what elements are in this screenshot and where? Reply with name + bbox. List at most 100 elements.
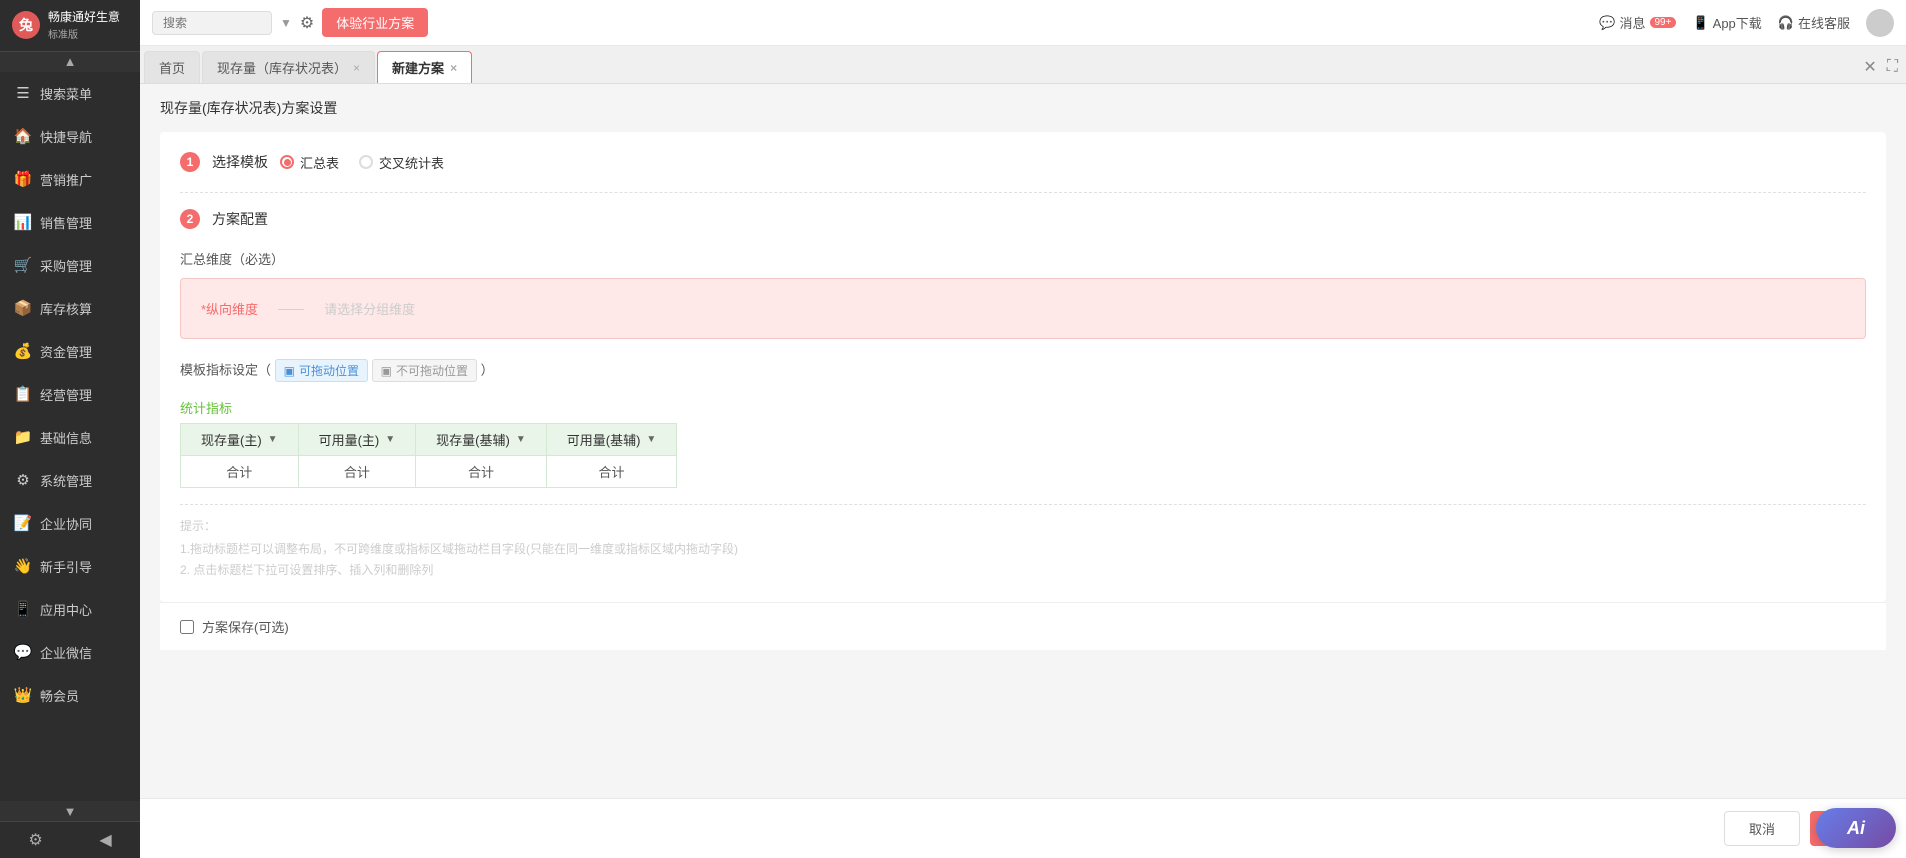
col-chevron-1[interactable]: ▼: [385, 434, 395, 445]
trial-button[interactable]: 体验行业方案: [322, 8, 428, 37]
sidebar-item-label: 新手引导: [40, 557, 92, 576]
phone-icon: 📱: [14, 600, 32, 618]
page-title: 现存量(库存状况表)方案设置: [160, 98, 1886, 118]
app-name: 畅康通好生意: [48, 10, 120, 26]
app-icon: 📱: [1692, 15, 1708, 31]
headset-icon: 🎧: [1778, 15, 1794, 31]
sidebar-item-search-menu[interactable]: ☰ 搜索菜单: [0, 72, 140, 115]
gift-icon: 🎁: [14, 170, 32, 188]
window-close-icon[interactable]: ✕: [1863, 57, 1876, 77]
app-name-block: 畅康通好生意 标准版: [48, 10, 120, 41]
sidebar-item-quick-nav[interactable]: 🏠 快捷导航: [0, 115, 140, 158]
message-icon: 💬: [1599, 15, 1615, 31]
tab-inventory-close[interactable]: ×: [353, 61, 360, 75]
sidebar-item-contract[interactable]: 📝 企业协同: [0, 502, 140, 545]
sidebar-item-guide[interactable]: 👋 新手引导: [0, 545, 140, 588]
sidebar-item-wechat[interactable]: 💬 企业微信: [0, 631, 140, 674]
sidebar-item-system[interactable]: ⚙ 系统管理: [0, 459, 140, 502]
sidebar-item-sales[interactable]: 📊 销售管理: [0, 201, 140, 244]
sidebar-scroll-down[interactable]: ▼: [0, 801, 140, 821]
tab-inventory[interactable]: 现存量（库存状况表） ×: [202, 51, 375, 83]
page-content: 现存量(库存状况表)方案设置 1 选择模板 汇总表 交叉统计表: [140, 84, 1906, 798]
save-scheme-checkbox[interactable]: [180, 620, 194, 634]
sidebar-item-label: 快捷导航: [40, 127, 92, 146]
topbar-chevron-icon[interactable]: ▼: [280, 16, 292, 30]
radio-cross-circle: [359, 155, 373, 169]
indicator-settings-suffix: ）: [481, 363, 494, 378]
ai-float-button[interactable]: Ai: [1816, 808, 1896, 848]
topbar-search-input[interactable]: [152, 11, 272, 35]
sidebar-item-purchase[interactable]: 🛒 采购管理: [0, 244, 140, 287]
col-chevron-3[interactable]: ▼: [646, 434, 656, 445]
divider-1: [180, 192, 1866, 193]
radio-cross-label: 交叉统计表: [379, 153, 444, 172]
cart-icon: 🛒: [14, 256, 32, 274]
col-header-3: 可用量(基辅) ▼: [546, 424, 677, 456]
tab-home-label: 首页: [159, 58, 185, 77]
dimension-selector-area: *纵向维度 —— 请选择分组维度: [180, 278, 1866, 339]
cancel-button[interactable]: 取消: [1724, 811, 1800, 846]
message-badge: 99+: [1650, 17, 1677, 28]
sidebar-bottom: ⚙ ◀: [0, 821, 140, 858]
col-chevron-0[interactable]: ▼: [268, 434, 278, 445]
col-label-1: 可用量(主): [319, 430, 380, 449]
stats-table-header-row: 现存量(主) ▼ 可用量(主) ▼: [181, 424, 677, 456]
sidebar-item-inventory[interactable]: 📦 库存核算: [0, 287, 140, 330]
tab-new-scheme-label: 新建方案: [392, 58, 444, 77]
save-scheme-label: 方案保存(可选): [202, 617, 289, 636]
sidebar-item-label: 资金管理: [40, 342, 92, 361]
sidebar-item-finance[interactable]: 💰 资金管理: [0, 330, 140, 373]
service-button[interactable]: 🎧 在线客服: [1778, 13, 1850, 32]
draggable-indicator: ▣: [284, 364, 295, 378]
tab-home[interactable]: 首页: [144, 51, 200, 83]
radio-cross[interactable]: 交叉统计表: [359, 153, 444, 172]
summary-dim-label: 汇总维度（必选）: [180, 249, 1866, 268]
tabbar: 首页 现存量（库存状况表） × 新建方案 × ✕ ⛶: [140, 46, 1906, 84]
sidebar-item-marketing[interactable]: 🎁 营销推广: [0, 158, 140, 201]
save-area: 方案保存(可选): [160, 602, 1886, 650]
message-button[interactable]: 💬 消息 99+: [1599, 13, 1676, 32]
tips-label: 提示：: [180, 517, 1866, 534]
tab-new-scheme-close[interactable]: ×: [450, 61, 457, 75]
app-edition: 标准版: [48, 26, 120, 41]
sidebar-item-label: 应用中心: [40, 600, 92, 619]
doc-icon: 📝: [14, 514, 32, 532]
sidebar-item-base-info[interactable]: 📁 基础信息: [0, 416, 140, 459]
col-header-2: 现存量(基辅) ▼: [416, 424, 547, 456]
draggable-label: 可拖动位置: [299, 362, 359, 379]
app-logo-icon: 兔: [12, 11, 40, 39]
vertical-dim-label: *纵向维度: [201, 299, 258, 318]
main-area: ▼ ⚙ 体验行业方案 💬 消息 99+ 📱 App下载 🎧 在线客服: [140, 0, 1906, 858]
radio-summary[interactable]: 汇总表: [280, 153, 339, 172]
tip-item-2: 2. 点击标题栏下拉可设置排序、插入列和删除列: [180, 561, 1866, 578]
badge-locked: ▣ 不可拖动位置: [372, 359, 477, 382]
cell-2: 合计: [416, 456, 547, 488]
settings-icon: ⚙: [14, 471, 32, 489]
sidebar-item-app-center[interactable]: 📱 应用中心: [0, 588, 140, 631]
sidebar-settings-button[interactable]: ⚙: [28, 830, 42, 850]
sidebar-item-label: 经营管理: [40, 385, 92, 404]
sidebar-item-member[interactable]: 👑 畅会员: [0, 674, 140, 717]
radio-summary-circle: [280, 155, 294, 169]
col-label-0: 现存量(主): [201, 430, 262, 449]
sidebar-item-ops[interactable]: 📋 经营管理: [0, 373, 140, 416]
clipboard-icon: 📋: [14, 385, 32, 403]
app-download-button[interactable]: 📱 App下载: [1692, 13, 1761, 32]
topbar-left: ▼ ⚙ 体验行业方案: [152, 8, 428, 37]
sidebar-scroll-up[interactable]: ▲: [0, 52, 140, 72]
sidebar-collapse-button[interactable]: ◀: [99, 830, 111, 850]
sidebar-logo: 兔 畅康通好生意 标准版: [0, 0, 140, 52]
tab-new-scheme[interactable]: 新建方案 ×: [377, 51, 472, 83]
home-icon: 🏠: [14, 127, 32, 145]
badge-draggable: ▣ 可拖动位置: [275, 359, 368, 382]
sidebar-item-label: 库存核算: [40, 299, 92, 318]
user-avatar[interactable]: [1866, 9, 1894, 37]
indicator-settings-prefix: 模板指标设定（: [180, 363, 271, 378]
col-chevron-2[interactable]: ▼: [516, 434, 526, 445]
service-label: 在线客服: [1798, 13, 1850, 32]
window-maximize-icon[interactable]: ⛶: [1887, 58, 1898, 76]
step1-label: 选择模板: [212, 152, 268, 172]
dim-placeholder[interactable]: 请选择分组维度: [324, 299, 415, 318]
topbar-gear-icon[interactable]: ⚙: [300, 13, 314, 33]
template-radio-group: 汇总表 交叉统计表: [280, 153, 444, 172]
